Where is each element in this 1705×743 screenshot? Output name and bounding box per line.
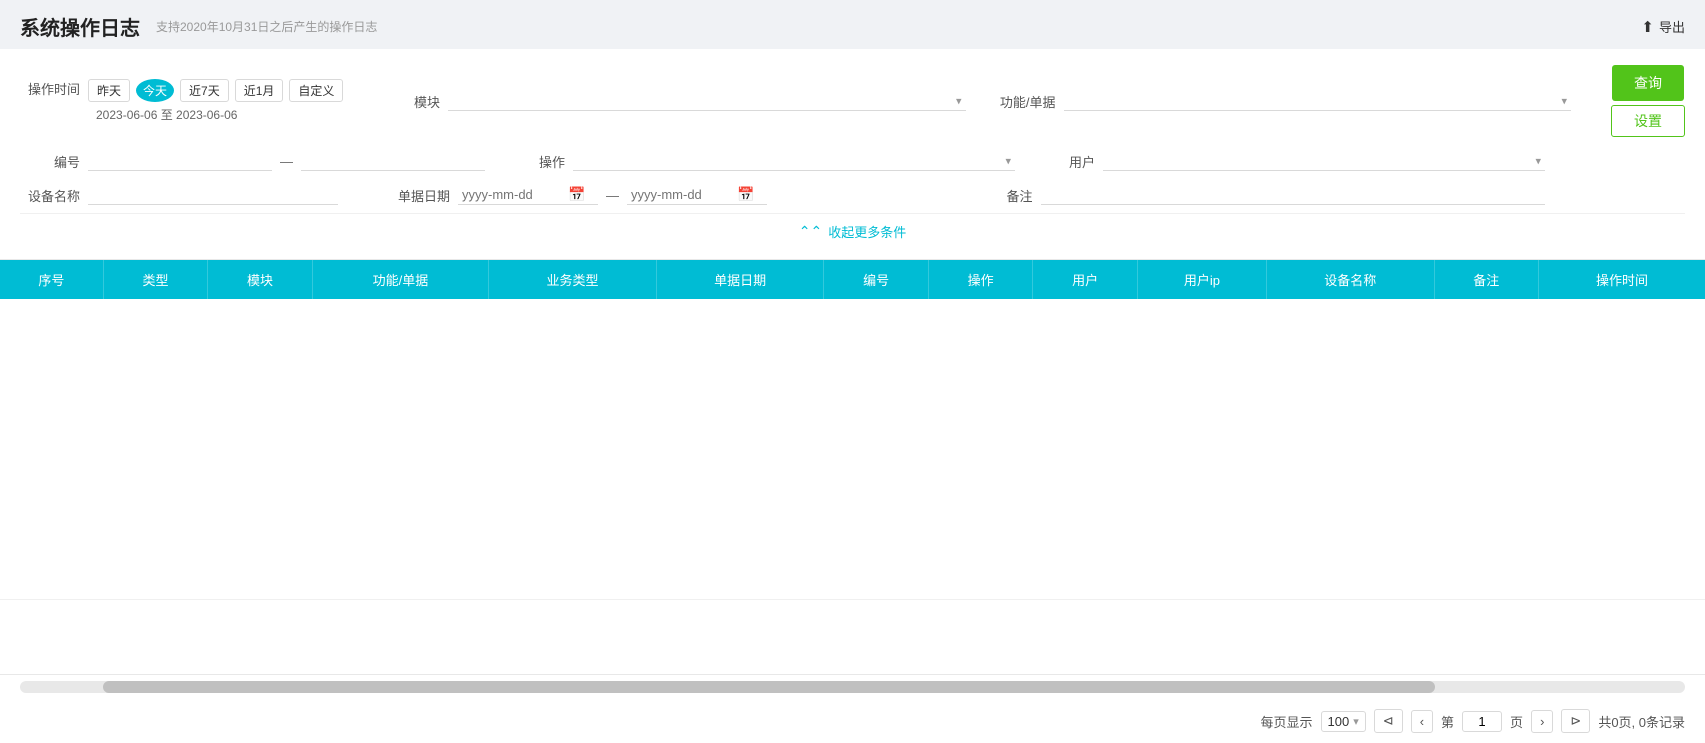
first-page-button[interactable]: ⊲ [1374, 709, 1403, 733]
col-op-time: 操作时间 [1539, 260, 1705, 299]
func-label: 功能/单据 [986, 92, 1056, 111]
col-type: 类型 [103, 260, 207, 299]
col-biz-type: 业务类型 [489, 260, 657, 299]
export-button[interactable]: ⬆ 导出 [1641, 17, 1685, 36]
number-dash: — [280, 154, 293, 169]
date-dash: — [606, 188, 619, 203]
last-page-button[interactable]: ⊳ [1561, 709, 1590, 733]
collapse-up-icon: ⌃⌃ [799, 223, 822, 240]
table-header: 序号 类型 模块 功能/单据 业务类型 单据日期 编号 操作 用户 用户ip 设… [0, 260, 1705, 299]
page-input[interactable] [1462, 711, 1502, 732]
time-btn-7days[interactable]: 近7天 [180, 79, 229, 102]
scrollbar-thumb [103, 681, 1435, 693]
table-area: 序号 类型 模块 功能/单据 业务类型 单据日期 编号 操作 用户 用户ip 设… [0, 260, 1705, 674]
time-btn-1month[interactable]: 近1月 [235, 79, 284, 102]
calendar-to-icon[interactable]: 📅 [737, 186, 754, 203]
empty-row [0, 299, 1705, 599]
device-input[interactable] [88, 185, 338, 205]
time-label: 操作时间 [20, 79, 80, 98]
col-voucher-date: 单据日期 [656, 260, 824, 299]
date-to-input[interactable] [627, 185, 737, 204]
operation-select[interactable] [577, 153, 1011, 168]
page-size-label: 每页显示 [1261, 712, 1313, 731]
voucher-date-label: 单据日期 [380, 186, 450, 205]
settings-button[interactable]: 设置 [1611, 105, 1685, 137]
device-label: 设备名称 [20, 186, 80, 205]
col-user: 用户 [1033, 260, 1137, 299]
date-from-input[interactable] [458, 185, 568, 204]
number-to-input[interactable] [301, 151, 485, 171]
query-button[interactable]: 查询 [1612, 65, 1684, 101]
number-label: 编号 [20, 152, 80, 171]
collapse-label: 收起更多条件 [828, 222, 906, 241]
number-from-input[interactable] [88, 151, 272, 171]
page-prefix-label: 第 [1441, 712, 1454, 731]
col-remark: 备注 [1434, 260, 1538, 299]
func-select[interactable] [1068, 93, 1568, 108]
module-label: 模块 [380, 92, 440, 111]
time-btn-custom[interactable]: 自定义 [289, 79, 343, 102]
user-select[interactable] [1107, 153, 1541, 168]
col-user-ip: 用户ip [1137, 260, 1266, 299]
col-seq: 序号 [0, 260, 103, 299]
prev-page-button[interactable]: ‹ [1411, 710, 1433, 733]
time-btn-today[interactable]: 今天 [136, 79, 174, 102]
scrollbar-area [0, 674, 1705, 699]
page-size-chevron: ▾ [1353, 715, 1359, 728]
remark-label: 备注 [973, 186, 1033, 205]
page-title: 系统操作日志 [20, 12, 140, 41]
module-select[interactable] [452, 93, 962, 108]
operation-label: 操作 [505, 152, 565, 171]
export-icon: ⬆ [1641, 18, 1654, 36]
user-label: 用户 [1035, 152, 1095, 171]
calendar-from-icon[interactable]: 📅 [568, 186, 585, 203]
col-module: 模块 [208, 260, 312, 299]
page-subtitle: 支持2020年10月31日之后产生的操作日志 [156, 18, 377, 35]
total-label: 共0页, 0条记录 [1598, 712, 1685, 731]
page-unit-label: 页 [1510, 712, 1523, 731]
col-operation: 操作 [928, 260, 1032, 299]
next-page-button[interactable]: › [1531, 710, 1553, 733]
page-header: 系统操作日志 支持2020年10月31日之后产生的操作日志 ⬆ 导出 [0, 0, 1705, 49]
remark-input[interactable] [1041, 185, 1546, 205]
page-size-value: 100 [1328, 714, 1350, 729]
filter-area: 操作时间 昨天 今天 近7天 近1月 自定义 2023-06-06 至 2023… [0, 49, 1705, 260]
collapse-bar[interactable]: ⌃⌃ 收起更多条件 [20, 213, 1685, 249]
data-table: 序号 类型 模块 功能/单据 业务类型 单据日期 编号 操作 用户 用户ip 设… [0, 260, 1705, 600]
col-number: 编号 [824, 260, 928, 299]
export-label: 导出 [1659, 17, 1685, 36]
time-btn-yesterday[interactable]: 昨天 [88, 79, 130, 102]
date-range-display: 2023-06-06 至 2023-06-06 [96, 106, 343, 123]
pagination-bar: 每页显示 100 ▾ ⊲ ‹ 第 页 › ⊳ 共0页, 0条记录 [0, 699, 1705, 743]
horizontal-scrollbar[interactable] [20, 681, 1685, 693]
table-body [0, 299, 1705, 599]
col-device: 设备名称 [1266, 260, 1434, 299]
col-func: 功能/单据 [312, 260, 488, 299]
